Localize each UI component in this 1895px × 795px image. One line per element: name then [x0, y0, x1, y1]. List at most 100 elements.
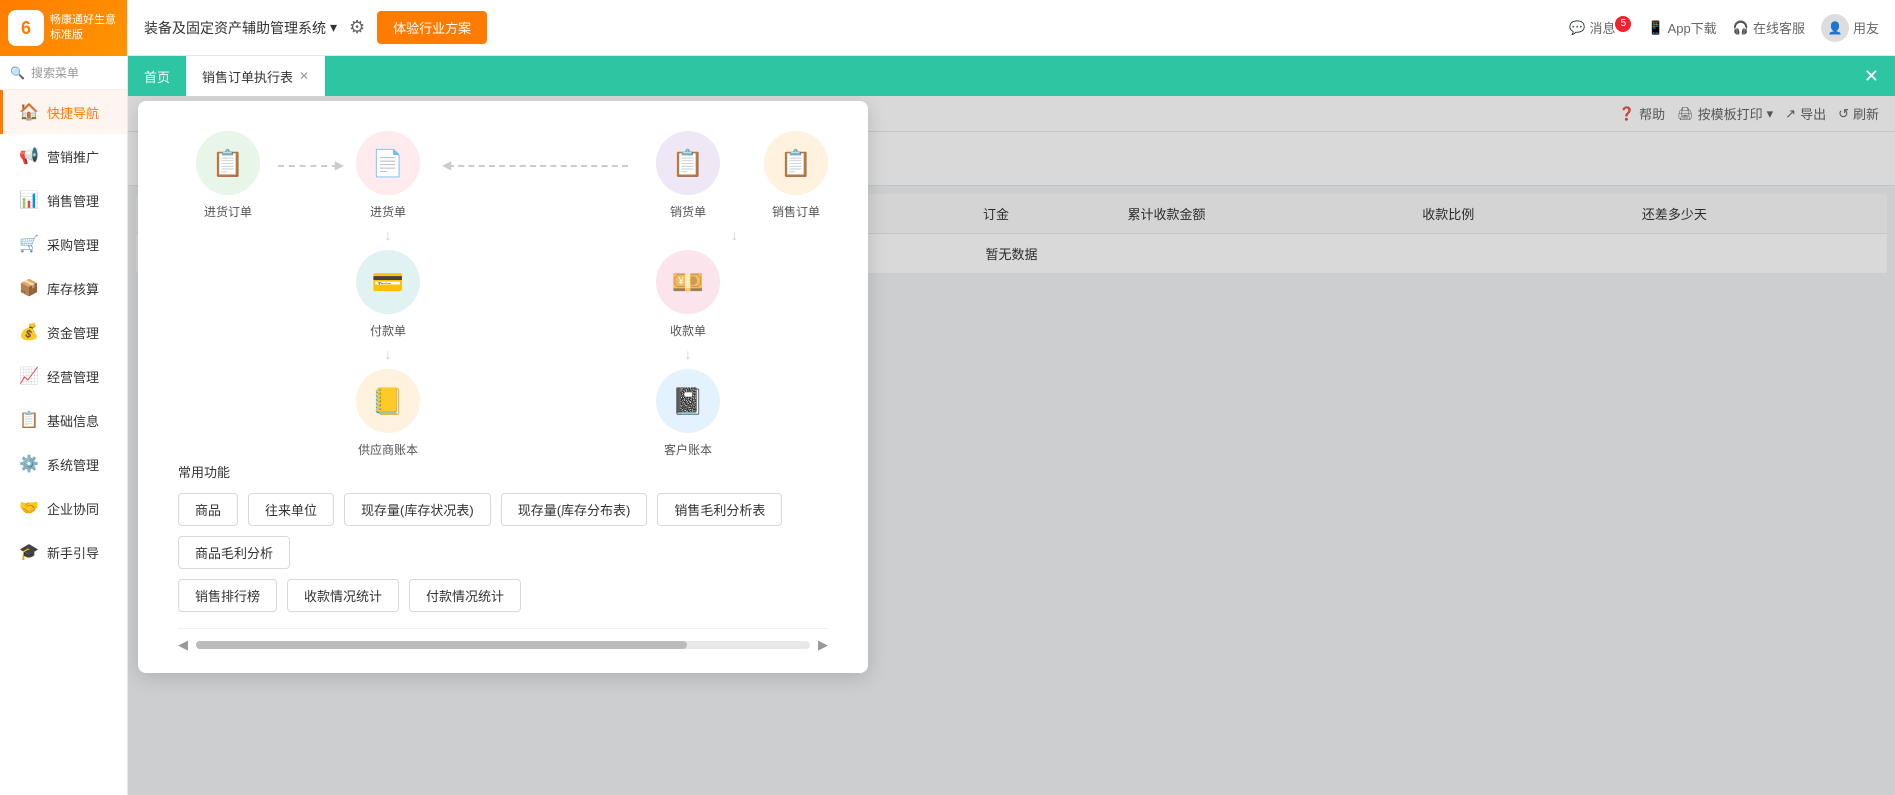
arrow-left-1: ◀ [438, 165, 638, 187]
close-all-tabs-button[interactable]: ✕ [1848, 66, 1895, 87]
sales-bill-icon: 📋 [672, 148, 704, 179]
sidebar-item-guide[interactable]: 🎓 新手引导 [0, 530, 127, 574]
arrow-down-3: ↓ [685, 339, 692, 369]
sales-order-item[interactable]: 📋 销售订单 [764, 131, 828, 220]
func-btn-stock-dist[interactable]: 现存量(库存分布表) [501, 493, 648, 526]
customer-ledger-label: 客户账本 [664, 441, 712, 458]
func-btn-sales-margin[interactable]: 销售毛利分析表 [657, 493, 782, 526]
sidebar-item-label: 销售管理 [47, 191, 99, 210]
purchase-order-circle[interactable]: 📋 [196, 131, 260, 195]
payment-label: 付款单 [370, 322, 406, 339]
tab-close-icon[interactable]: ✕ [299, 69, 309, 83]
sidebar-item-marketing[interactable]: 📢 营销推广 [0, 134, 127, 178]
arrow-down-1: ↓ [385, 220, 392, 250]
payment-item[interactable]: 💳 付款单 [356, 250, 420, 339]
customer-ledger-item[interactable]: 📓 客户账本 [656, 369, 720, 458]
app-download-label: App下载 [1668, 18, 1717, 37]
receipt-circle[interactable]: 💴 [656, 250, 720, 314]
tab-sales-order[interactable]: 销售订单执行表 ✕ [186, 56, 325, 96]
tab-sales-order-label: 销售订单执行表 [202, 67, 293, 86]
topbar: 装备及固定资产辅助管理系统 ▾ ⚙ 体验行业方案 💬 消息 5 📱 App下载 … [128, 0, 1895, 56]
sidebar-item-finance[interactable]: 💰 资金管理 [0, 310, 127, 354]
popup-card: 📋 进货订单 ▶ 📄 [138, 101, 868, 673]
func-btn-product-margin[interactable]: 商品毛利分析 [178, 536, 290, 569]
service-icon: 🎧 [1733, 20, 1749, 36]
supplier-ledger-icon: 📒 [372, 386, 404, 417]
download-icon: 📱 [1647, 20, 1663, 36]
payment-icon: 💳 [372, 267, 404, 298]
user-avatar[interactable]: 👤 用友 [1821, 14, 1879, 42]
func-btn-receipt-stats[interactable]: 收款情况统计 [287, 579, 399, 612]
message-label: 消息 [1589, 18, 1615, 37]
message-button[interactable]: 💬 消息 5 [1569, 18, 1631, 37]
purchase-order-item[interactable]: 📋 进货订单 [196, 131, 260, 220]
popup-overlay: 📋 进货订单 ▶ 📄 [128, 96, 1895, 795]
func-btn-counterparty[interactable]: 往来单位 [248, 493, 334, 526]
scrollbar-row: ◀ ▶ [178, 628, 828, 653]
func-btn-sales-rank[interactable]: 销售排行榜 [178, 579, 277, 612]
collab-icon: 🤝 [19, 498, 39, 518]
logo: 6 畅康通好生意 标准版 [0, 0, 127, 56]
sales-order-circle[interactable]: 📋 [764, 131, 828, 195]
sidebar-item-system[interactable]: ⚙️ 系统管理 [0, 442, 127, 486]
purchase-order-icon: 📋 [212, 148, 244, 179]
sidebar-item-label: 新手引导 [47, 543, 99, 562]
system-title: 装备及固定资产辅助管理系统 [144, 18, 326, 38]
sidebar-item-label: 企业协同 [47, 499, 99, 518]
purchase-bill-item[interactable]: 📄 进货单 [356, 131, 420, 220]
scrollbar-thumb [196, 641, 687, 649]
purchase-order-label: 进货订单 [204, 203, 252, 220]
tab-home[interactable]: 首页 [128, 56, 186, 96]
scrollbar-track[interactable] [196, 641, 810, 649]
sidebar-item-collab[interactable]: 🤝 企业协同 [0, 486, 127, 530]
online-service-button[interactable]: 🎧 在线客服 [1733, 18, 1805, 37]
sales-bill-circle[interactable]: 📋 [656, 131, 720, 195]
sidebar-item-sales[interactable]: 📊 销售管理 [0, 178, 127, 222]
func-btn-product[interactable]: 商品 [178, 493, 238, 526]
func-row-1: 商品 往来单位 现存量(库存状况表) 现存量(库存分布表) 销售毛利分析表 商品… [178, 493, 828, 569]
func-row-2: 销售排行榜 收款情况统计 付款情况统计 [178, 579, 828, 612]
business-icon: 📈 [19, 366, 39, 386]
system-icon: ⚙️ [19, 454, 39, 474]
marketing-icon: 📢 [19, 146, 39, 166]
func-btn-stock-status[interactable]: 现存量(库存状况表) [344, 493, 491, 526]
sidebar-item-inventory[interactable]: 📦 库存核算 [0, 266, 127, 310]
sidebar-item-purchase[interactable]: 🛒 采购管理 [0, 222, 127, 266]
message-icon: 💬 [1569, 20, 1585, 36]
scroll-right-icon[interactable]: ▶ [818, 637, 828, 653]
app-download-button[interactable]: 📱 App下载 [1647, 18, 1716, 37]
supplier-ledger-item[interactable]: 📒 供应商账本 [356, 369, 420, 458]
common-functions: 常用功能 商品 往来单位 现存量(库存状况表) 现存量(库存分布表) 销售毛利分… [178, 462, 828, 612]
sidebar-item-business[interactable]: 📈 经营管理 [0, 354, 127, 398]
gear-button[interactable]: ⚙ [349, 17, 365, 38]
purchase-bill-circle[interactable]: 📄 [356, 131, 420, 195]
page-content: ❓ 帮助 🖨 按模板打印 ▾ ↗ 导出 ↺ 刷新 📅 单据状态 ▾ [128, 96, 1895, 795]
arrow-right-1: ▶ [278, 165, 338, 187]
sidebar-nav: 🏠 快捷导航 📢 营销推广 📊 销售管理 🛒 采购管理 📦 库存核算 💰 资金管… [0, 90, 127, 795]
scroll-left-icon[interactable]: ◀ [178, 637, 188, 653]
sales-icon: 📊 [19, 190, 39, 210]
trial-button[interactable]: 体验行业方案 [377, 11, 487, 44]
system-title-dropdown[interactable]: 装备及固定资产辅助管理系统 ▾ [144, 18, 337, 38]
receipt-item[interactable]: 💴 收款单 [656, 250, 720, 339]
customer-ledger-circle[interactable]: 📓 [656, 369, 720, 433]
supplier-ledger-circle[interactable]: 📒 [356, 369, 420, 433]
sidebar-item-label: 库存核算 [47, 279, 99, 298]
sidebar-item-label: 资金管理 [47, 323, 99, 342]
tab-home-label: 首页 [144, 67, 170, 86]
search-menu[interactable]: 🔍 搜索菜单 [0, 56, 127, 90]
purchase-bill-label: 进货单 [370, 203, 406, 220]
receipt-label: 收款单 [670, 322, 706, 339]
func-btn-payment-stats[interactable]: 付款情况统计 [409, 579, 521, 612]
logo-icon: 6 [8, 10, 44, 46]
finance-icon: 💰 [19, 322, 39, 342]
sidebar-item-quick[interactable]: 🏠 快捷导航 [0, 90, 127, 134]
receipt-icon: 💴 [672, 267, 704, 298]
customer-ledger-icon: 📓 [672, 386, 704, 417]
supplier-ledger-label: 供应商账本 [358, 441, 418, 458]
main-content: 装备及固定资产辅助管理系统 ▾ ⚙ 体验行业方案 💬 消息 5 📱 App下载 … [128, 0, 1895, 795]
payment-circle[interactable]: 💳 [356, 250, 420, 314]
sidebar-item-basic[interactable]: 📋 基础信息 [0, 398, 127, 442]
sales-bill-item[interactable]: 📋 销货单 [656, 131, 720, 220]
sidebar-item-label: 快捷导航 [47, 103, 99, 122]
